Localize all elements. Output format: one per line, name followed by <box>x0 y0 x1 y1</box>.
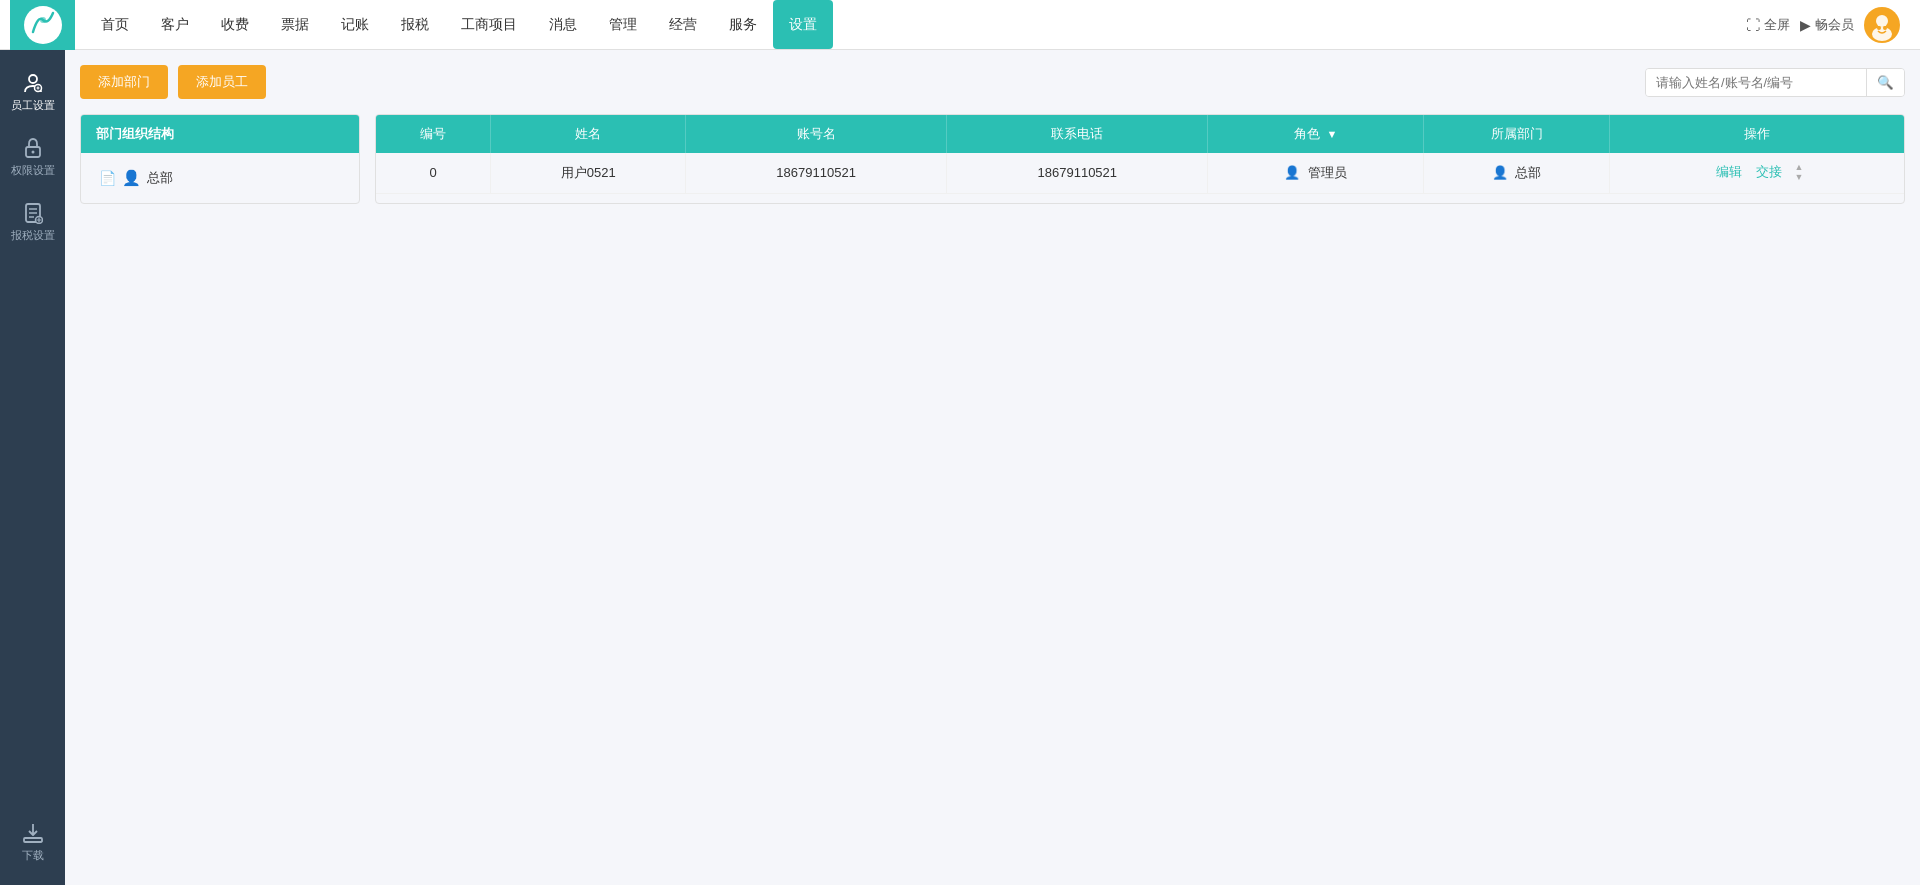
nav-service[interactable]: 服务 <box>713 0 773 49</box>
sidebar-item-employee[interactable]: 员工设置 <box>0 60 65 125</box>
nav-manage[interactable]: 管理 <box>593 0 653 49</box>
add-employee-button[interactable]: 添加员工 <box>178 65 266 99</box>
logo <box>10 0 75 50</box>
col-name: 姓名 <box>491 115 686 153</box>
dept-node-label: 总部 <box>147 169 173 187</box>
nav-invoice[interactable]: 票据 <box>265 0 325 49</box>
dept-tree: 部门组织结构 📄 👤 总部 <box>80 114 360 204</box>
search-input[interactable] <box>1646 69 1866 96</box>
nav-fee[interactable]: 收费 <box>205 0 265 49</box>
sidebar-item-taxsettings[interactable]: 报税设置 <box>0 190 65 255</box>
add-dept-button[interactable]: 添加部门 <box>80 65 168 99</box>
col-account: 账号名 <box>686 115 947 153</box>
sidebar-item-download-label: 下载 <box>22 848 44 863</box>
dept-user-icon-cell: 👤 <box>1492 165 1508 180</box>
sidebar-item-download[interactable]: 下载 <box>0 810 65 875</box>
person-settings-icon <box>22 72 44 94</box>
svg-point-0 <box>40 17 46 23</box>
nav-right: ⛶ 全屏 ▶ 畅会员 <box>1746 7 1910 43</box>
nav-business[interactable]: 工商项目 <box>445 0 533 49</box>
svg-point-9 <box>31 151 34 154</box>
dept-tree-header: 部门组织结构 <box>81 115 359 153</box>
logo-icon <box>24 6 62 44</box>
search-box: 🔍 <box>1645 68 1905 97</box>
sidebar-item-taxsettings-label: 报税设置 <box>11 228 55 243</box>
employee-table-area: 编号 姓名 账号名 联系电话 角色 ▼ 所属部门 操作 <box>375 114 1905 204</box>
member-icon: ▶ <box>1800 17 1811 33</box>
nav-bookkeeping[interactable]: 记账 <box>325 0 385 49</box>
edit-link[interactable]: 编辑 <box>1716 164 1742 179</box>
svg-point-5 <box>1883 26 1887 30</box>
cell-name: 用户0521 <box>491 153 686 193</box>
nav-message[interactable]: 消息 <box>533 0 593 49</box>
employee-table: 编号 姓名 账号名 联系电话 角色 ▼ 所属部门 操作 <box>376 115 1904 194</box>
transfer-link[interactable]: 交接 <box>1756 164 1782 179</box>
svg-point-3 <box>1872 27 1892 41</box>
fullscreen-label: 全屏 <box>1764 16 1790 34</box>
sidebar-item-permission[interactable]: 权限设置 <box>0 125 65 190</box>
member-label: 畅会员 <box>1815 16 1854 34</box>
fullscreen-btn[interactable]: ⛶ 全屏 <box>1746 16 1790 34</box>
file-icon: 📄 <box>99 170 116 186</box>
svg-point-6 <box>29 75 37 83</box>
col-id: 编号 <box>376 115 491 153</box>
main-content: 部门组织结构 📄 👤 总部 编号 姓名 账号名 <box>80 114 1905 204</box>
col-dept: 所属部门 <box>1423 115 1610 153</box>
cell-account: 18679110521 <box>686 153 947 193</box>
content-area: 添加部门 添加员工 🔍 部门组织结构 📄 👤 总部 <box>65 50 1920 885</box>
toolbar-left: 添加部门 添加员工 <box>80 65 266 99</box>
table-row: 0 用户0521 18679110521 18679110521 👤 管理员 👤… <box>376 153 1904 193</box>
nav-tax[interactable]: 报税 <box>385 0 445 49</box>
avatar[interactable] <box>1864 7 1900 43</box>
dept-user-icon: 👤 <box>122 169 141 187</box>
col-action: 操作 <box>1610 115 1904 153</box>
nav-settings[interactable]: 设置 <box>773 0 833 49</box>
nav-items: 首页 客户 收费 票据 记账 报税 工商项目 消息 管理 经营 服务 设置 <box>85 0 1746 49</box>
cell-dept: 👤 总部 <box>1423 153 1610 193</box>
sidebar: 员工设置 权限设置 <box>0 50 65 885</box>
filter-icon: ▼ <box>1326 128 1337 140</box>
svg-rect-15 <box>24 838 42 842</box>
top-nav: 首页 客户 收费 票据 记账 报税 工商项目 消息 管理 经营 服务 设置 ⛶ … <box>0 0 1920 50</box>
search-icon: 🔍 <box>1877 75 1894 90</box>
lock-icon <box>22 137 44 159</box>
cell-phone: 18679110521 <box>947 153 1208 193</box>
dept-tree-body: 📄 👤 总部 <box>81 153 359 203</box>
download-icon <box>22 822 44 844</box>
cell-action: 编辑 交接 ▲ ▼ <box>1610 153 1904 193</box>
main-layout: 员工设置 权限设置 <box>0 50 1920 885</box>
scroll-down-btn[interactable]: ▼ <box>1794 173 1803 183</box>
toolbar: 添加部门 添加员工 🔍 <box>80 65 1905 99</box>
role-user-icon: 👤 <box>1284 165 1300 180</box>
nav-customer[interactable]: 客户 <box>145 0 205 49</box>
member-btn[interactable]: ▶ 畅会员 <box>1800 16 1854 34</box>
cell-id: 0 <box>376 153 491 193</box>
col-role[interactable]: 角色 ▼ <box>1208 115 1423 153</box>
dept-node-headquarters[interactable]: 📄 👤 总部 <box>91 163 349 193</box>
svg-point-4 <box>1877 26 1881 30</box>
row-scroll-control: ▲ ▼ <box>1794 163 1803 183</box>
search-button[interactable]: 🔍 <box>1866 69 1904 96</box>
nav-operation[interactable]: 经营 <box>653 0 713 49</box>
fullscreen-icon: ⛶ <box>1746 17 1760 33</box>
sidebar-item-employee-label: 员工设置 <box>11 98 55 113</box>
sidebar-item-permission-label: 权限设置 <box>11 163 55 178</box>
col-phone: 联系电话 <box>947 115 1208 153</box>
svg-point-2 <box>1876 15 1888 27</box>
nav-home[interactable]: 首页 <box>85 0 145 49</box>
report-icon <box>22 202 44 224</box>
cell-role: 👤 管理员 <box>1208 153 1423 193</box>
